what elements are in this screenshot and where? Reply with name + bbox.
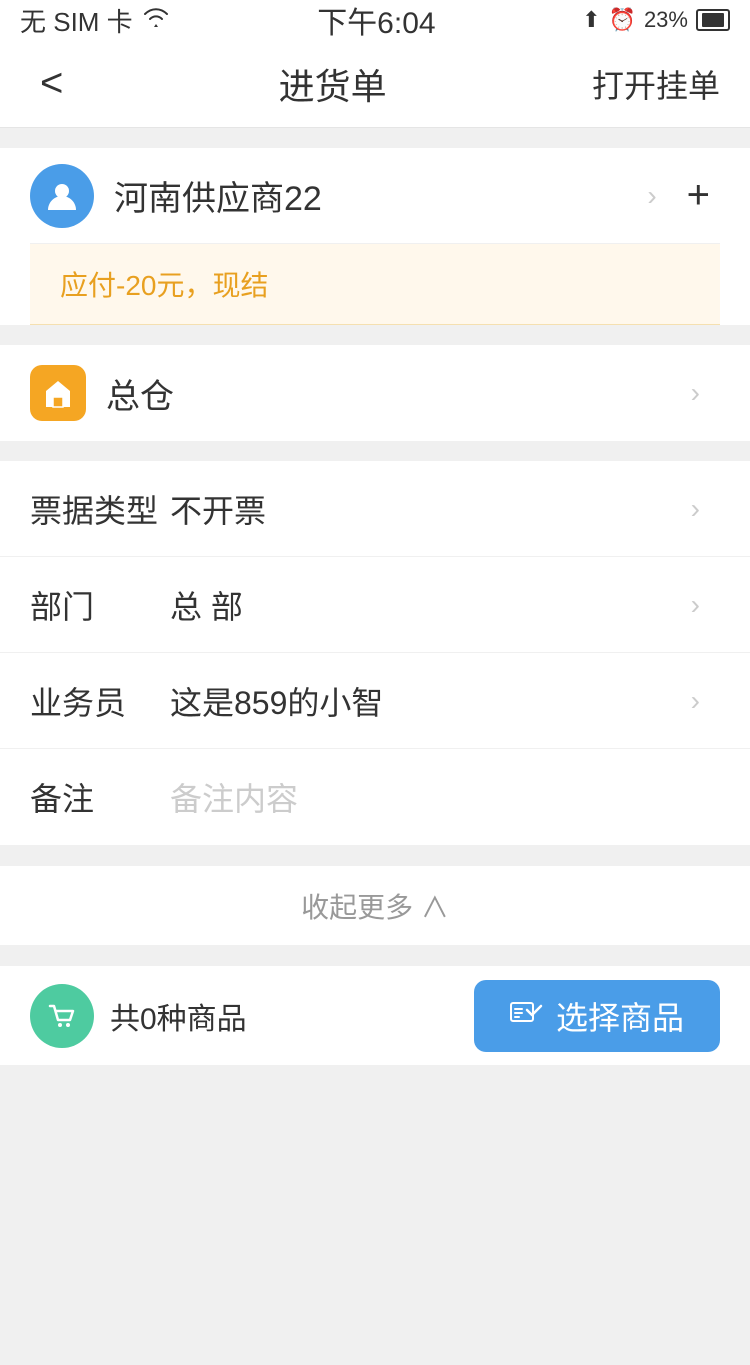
product-count-area: 共0种商品 xyxy=(30,984,247,1048)
alarm-icon: ⏰ xyxy=(609,7,636,33)
warehouse-building-icon xyxy=(42,377,74,409)
warehouse-icon-container xyxy=(30,365,86,421)
battery-icon xyxy=(696,9,730,31)
supplier-chevron-icon: › xyxy=(647,180,656,212)
ticket-type-row[interactable]: 票据类型 不开票 › xyxy=(0,461,750,557)
open-pending-button[interactable]: 打开挂单 xyxy=(592,61,720,107)
person-icon xyxy=(44,178,80,214)
bottom-content-area xyxy=(0,1065,750,1365)
status-left: 无 SIM 卡 xyxy=(20,2,171,39)
status-right: ⬆ ⏰ 23% xyxy=(582,7,730,33)
salesperson-row[interactable]: 业务员 这是859的小智 › xyxy=(0,653,750,749)
wifi-icon xyxy=(141,5,171,36)
supplier-avatar xyxy=(30,164,94,228)
department-row[interactable]: 部门 总 部 › xyxy=(0,557,750,653)
page-title: 进货单 xyxy=(279,58,387,110)
ticket-type-label: 票据类型 xyxy=(30,486,170,532)
supplier-row[interactable]: 河南供应商22 › + xyxy=(30,148,720,244)
remark-label: 备注 xyxy=(30,774,170,820)
collapse-button[interactable]: 收起更多 ∧ xyxy=(0,865,750,945)
form-section: 票据类型 不开票 › 部门 总 部 › 业务员 这是859的小智 › 备注 备注… xyxy=(0,461,750,845)
notice-banner: 应付-20元，现结 xyxy=(30,244,720,325)
divider-top xyxy=(0,128,750,148)
sim-signal: 无 SIM 卡 xyxy=(20,2,133,39)
remark-input[interactable]: 备注内容 xyxy=(170,774,720,820)
back-button[interactable]: < xyxy=(30,51,73,116)
select-product-button[interactable]: 选择商品 xyxy=(474,980,720,1052)
warehouse-row[interactable]: 总仓 › xyxy=(30,345,720,441)
nav-bar: < 进货单 打开挂单 xyxy=(0,40,750,128)
select-product-label: 选择商品 xyxy=(556,993,684,1039)
salesperson-chevron-icon: › xyxy=(691,685,700,717)
remark-row[interactable]: 备注 备注内容 xyxy=(0,749,750,845)
add-supplier-button[interactable]: + xyxy=(677,173,720,218)
supplier-name: 河南供应商22 xyxy=(114,171,647,220)
status-time: 下午6:04 xyxy=(317,0,435,42)
department-chevron-icon: › xyxy=(691,589,700,621)
warehouse-section[interactable]: 总仓 › xyxy=(0,345,750,441)
salesperson-label: 业务员 xyxy=(30,678,170,724)
location-icon: ⬆ xyxy=(582,7,600,33)
cart-icon-container xyxy=(30,984,94,1048)
department-label: 部门 xyxy=(30,582,170,628)
warehouse-name: 总仓 xyxy=(106,369,691,418)
select-product-icon xyxy=(510,1002,544,1030)
cart-icon xyxy=(44,998,80,1034)
department-value: 总 部 xyxy=(170,582,691,628)
status-bar: 无 SIM 卡 下午6:04 ⬆ ⏰ 23% xyxy=(0,0,750,40)
product-count-text: 共0种商品 xyxy=(110,994,247,1038)
battery-text: 23% xyxy=(644,7,688,33)
supplier-section: 河南供应商22 › + 应付-20元，现结 xyxy=(0,148,750,325)
warehouse-chevron-icon: › xyxy=(691,377,700,409)
bottom-bar: 共0种商品 选择商品 xyxy=(0,965,750,1065)
salesperson-value: 这是859的小智 xyxy=(170,678,691,724)
ticket-type-value: 不开票 xyxy=(170,486,691,532)
ticket-chevron-icon: › xyxy=(691,493,700,525)
